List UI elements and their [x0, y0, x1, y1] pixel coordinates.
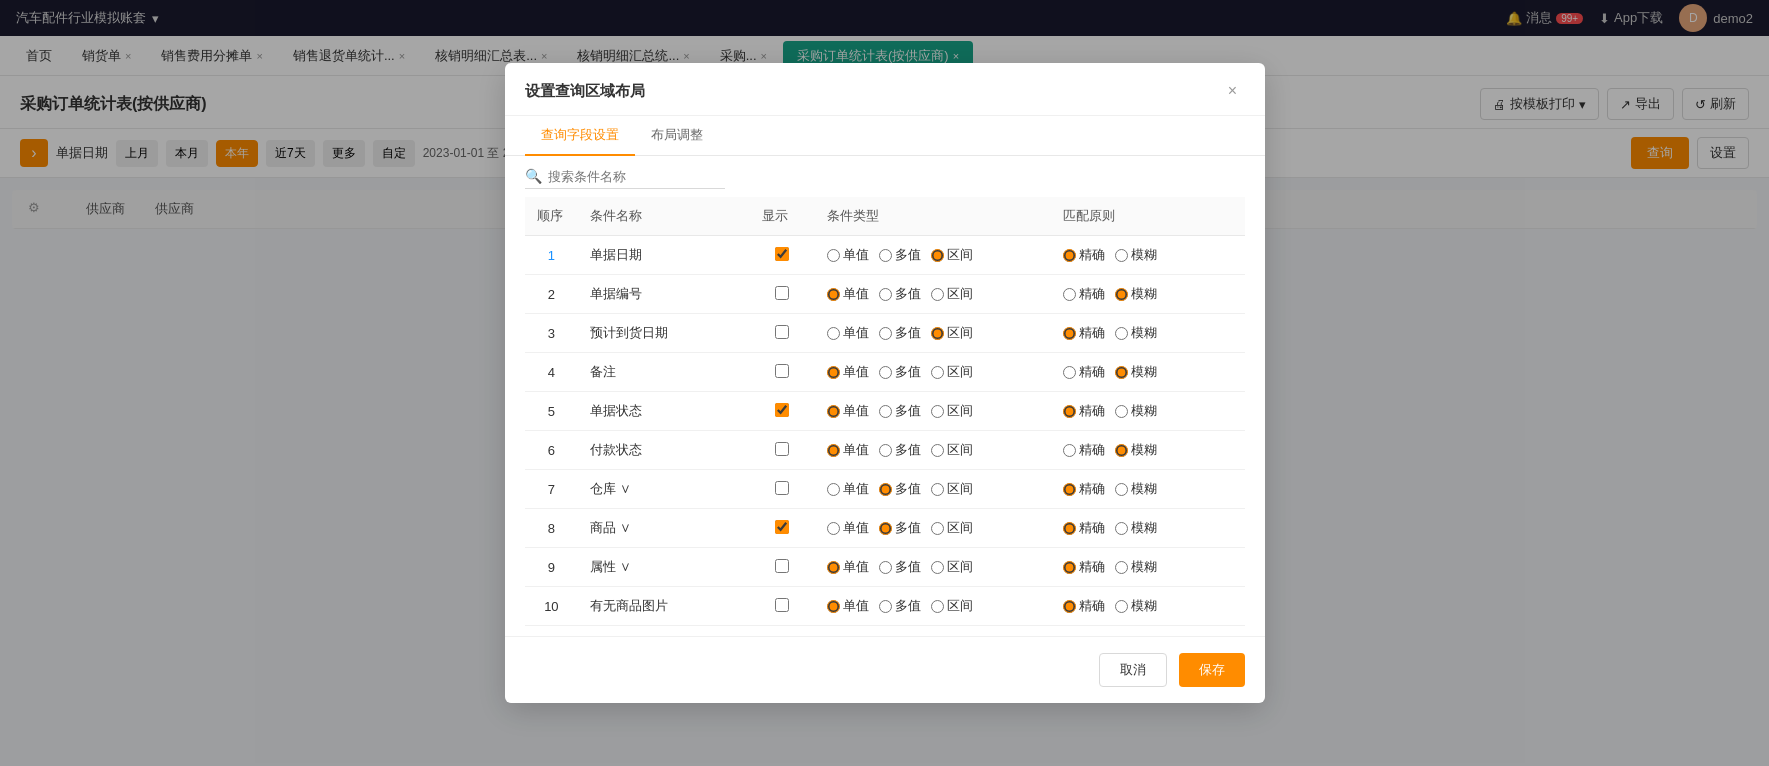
- cell-match: 精确模糊: [1051, 236, 1244, 242]
- modal-tabs: 查询字段设置 布局调整: [505, 116, 1265, 156]
- modal-title: 设置查询区域布局: [525, 82, 645, 101]
- col-header-name: 条件名称: [578, 197, 750, 236]
- search-input[interactable]: [548, 169, 725, 184]
- table-header-row: 顺序 条件名称 显示 条件类型 匹配原则: [525, 197, 1245, 236]
- col-header-display: 显示: [750, 197, 814, 236]
- search-box: 🔍: [525, 168, 725, 189]
- search-icon: 🔍: [525, 168, 542, 184]
- col-header-type: 条件类型: [815, 197, 1051, 236]
- modal-overlay: 设置查询区域布局 × 查询字段设置 布局调整 🔍 顺序: [0, 0, 1769, 241]
- modal-header: 设置查询区域布局 ×: [505, 63, 1265, 116]
- modal-close-button[interactable]: ×: [1221, 79, 1245, 103]
- cell-type: 单值多值区间: [815, 236, 1051, 242]
- col-header-order: 顺序: [525, 197, 579, 236]
- table-row: 1单据日期 单值多值区间精确模糊: [525, 236, 1245, 242]
- settings-modal: 设置查询区域布局 × 查询字段设置 布局调整 🔍 顺序: [505, 63, 1265, 241]
- modal-table-wrap: 顺序 条件名称 显示 条件类型 匹配原则 1单据日期单值多值区间精确模糊2单据编…: [505, 197, 1265, 241]
- tab-query-fields[interactable]: 查询字段设置: [525, 116, 635, 156]
- cell-display: [750, 236, 814, 242]
- modal-search-area: 🔍: [505, 156, 1265, 197]
- conditions-table: 顺序 条件名称 显示 条件类型 匹配原则 1单据日期单值多值区间精确模糊2单据编…: [525, 197, 1245, 241]
- col-header-match: 匹配原则: [1051, 197, 1244, 236]
- tab-layout-adjust[interactable]: 布局调整: [635, 116, 719, 156]
- cell-order: 1: [525, 236, 579, 242]
- cell-name: 单据日期: [578, 236, 750, 242]
